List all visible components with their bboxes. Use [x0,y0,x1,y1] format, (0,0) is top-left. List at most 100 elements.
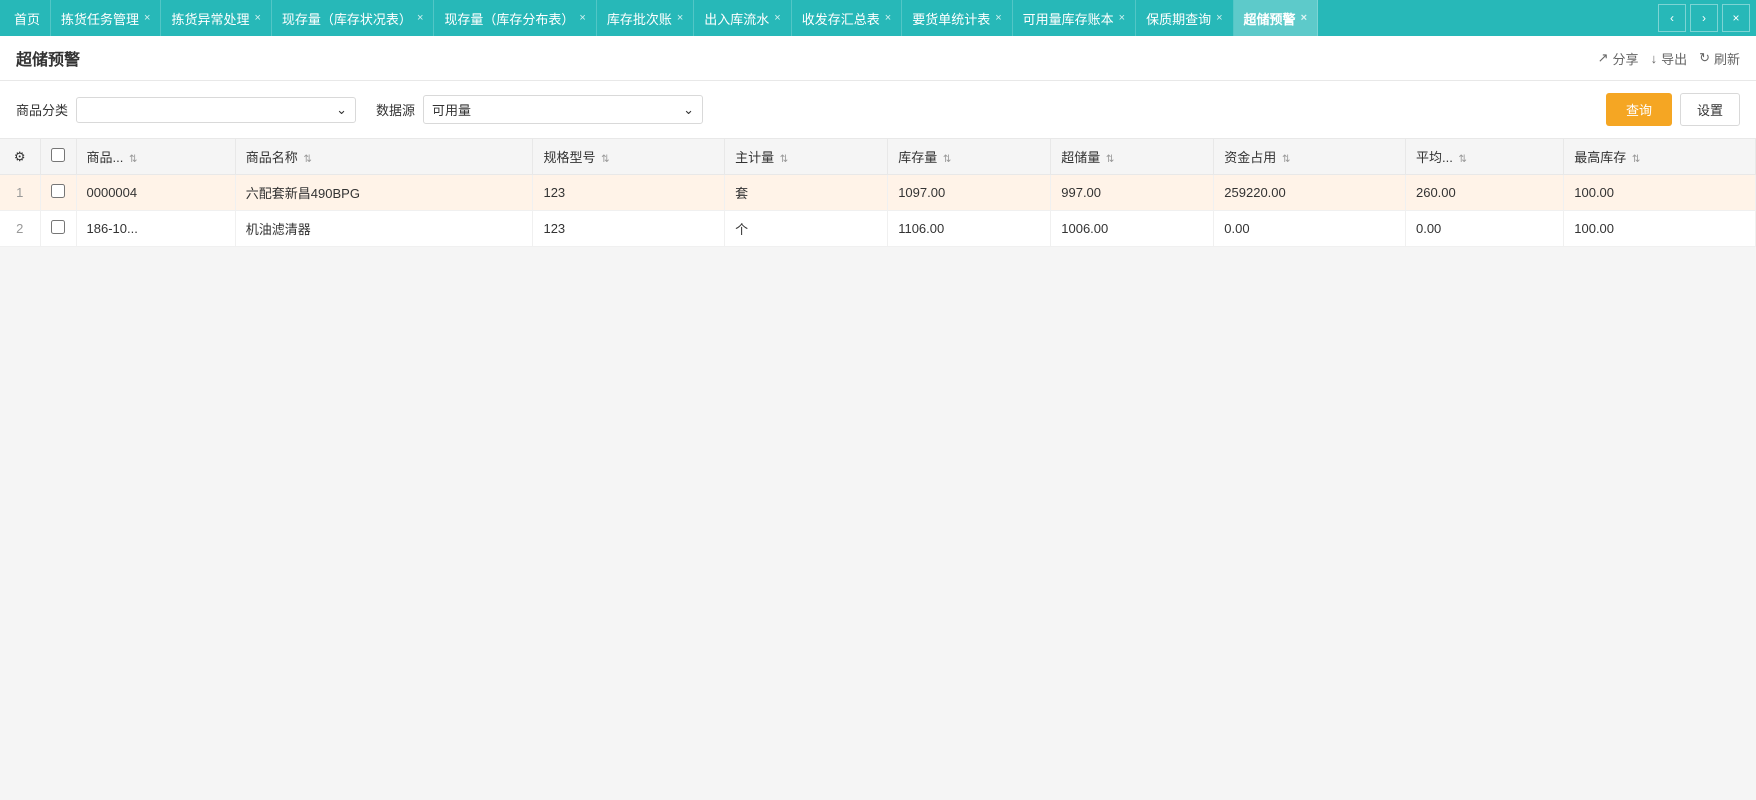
refresh-action[interactable]: ↻ 刷新 [1699,49,1740,68]
nav-inout-flow[interactable]: 出入库流水 × [694,0,791,36]
select-all-checkbox[interactable] [51,148,65,162]
row-product-code-2: 186-10... [76,211,235,247]
row-max-stock-2: 100.00 [1564,211,1756,247]
filter-product-category-label: 商品分类 [16,100,68,119]
th-product-code[interactable]: 商品... ⇅ [76,139,235,175]
chevron-down-icon: ⌄ [336,102,347,118]
row-spec-1: 123 [533,175,725,211]
filter-datasource-group: 数据源 可用量 ⌄ [376,95,703,124]
nav-close-inventory-dist[interactable]: × [579,12,585,24]
th-spec[interactable]: 规格型号 ⇅ [533,139,725,175]
nav-close-quality-check[interactable]: × [1216,12,1222,24]
nav-collect-summary[interactable]: 收发存汇总表 × [792,0,902,36]
nav-order-stats[interactable]: 要货单统计表 × [902,0,1012,36]
nav-close-order-stats[interactable]: × [995,12,1001,24]
row-unit-1: 套 [725,175,888,211]
filter-datasource-label: 数据源 [376,100,415,119]
row-spec-2: 123 [533,211,725,247]
row-unit-2: 个 [725,211,888,247]
filter-area: 商品分类 ⌄ 数据源 可用量 ⌄ 查询 设置 [0,81,1756,139]
nav-available-stock[interactable]: 可用量库存账本 × [1013,0,1136,36]
row-checkbox-2[interactable] [40,211,76,247]
page-header: 超储预警 ↗ 分享 ↓ 导出 ↻ 刷新 [0,36,1756,81]
row-avg-2: 0.00 [1405,211,1563,247]
row-capital-occupied-2: 0.00 [1214,211,1406,247]
share-icon: ↗ [1598,50,1609,66]
nav-abnormal[interactable]: 拣货异常处理 × [161,0,271,36]
row-avg-1: 260.00 [1405,175,1563,211]
row-stock-qty-2: 1106.00 [888,211,1051,247]
sort-icon-product-code: ⇅ [129,154,137,165]
share-action[interactable]: ↗ 分享 [1598,49,1639,68]
nav-arrows: ‹ › × [1656,4,1752,32]
gear-icon: ⚙ [14,149,26,164]
th-product-name[interactable]: 商品名称 ⇅ [235,139,533,175]
row-max-stock-1: 100.00 [1564,175,1756,211]
th-max-stock[interactable]: 最高库存 ⇅ [1564,139,1756,175]
top-nav: 首页 拣货任务管理 × 拣货异常处理 × 现存量（库存状况表） × 现存量（库存… [0,0,1756,36]
query-button[interactable]: 查询 [1606,93,1672,126]
row-overstock-qty-2: 1006.00 [1051,211,1214,247]
sort-icon-max-stock: ⇅ [1632,154,1640,165]
table-row: 2 186-10... 机油滤清器 123 个 1106.00 1006.00 … [0,211,1756,247]
overstock-table: ⚙ 商品... ⇅ 商品名称 ⇅ 规格型号 ⇅ 主计量 [0,139,1756,247]
page-title: 超储预警 [16,46,80,70]
row-select-checkbox-2[interactable] [51,220,65,234]
th-settings[interactable]: ⚙ [0,139,40,175]
sort-icon-product-name: ⇅ [303,154,311,165]
chevron-down-icon-2: ⌄ [683,102,694,118]
th-overstock-qty[interactable]: 超储量 ⇅ [1051,139,1214,175]
settings-button[interactable]: 设置 [1680,93,1740,126]
th-stock-qty[interactable]: 库存量 ⇅ [888,139,1051,175]
table-row: 1 0000004 六配套新昌490BPG 123 套 1097.00 997.… [0,175,1756,211]
row-capital-occupied-1: 259220.00 [1214,175,1406,211]
filter-product-category-group: 商品分类 ⌄ [16,97,356,123]
nav-arrow-right[interactable]: › [1690,4,1718,32]
row-product-name-1: 六配套新昌490BPG [235,175,533,211]
row-stock-qty-1: 1097.00 [888,175,1051,211]
nav-close-inout-flow[interactable]: × [774,12,780,24]
nav-close-overstock-warning[interactable]: × [1301,12,1307,24]
export-action[interactable]: ↓ 导出 [1651,49,1688,68]
nav-close-abnormal[interactable]: × [254,12,260,24]
th-checkbox[interactable] [40,139,76,175]
filter-product-category-select[interactable]: ⌄ [76,97,356,123]
sort-icon-capital-occupied: ⇅ [1282,154,1290,165]
row-overstock-qty-1: 997.00 [1051,175,1214,211]
nav-batch-account[interactable]: 库存批次账 × [597,0,694,36]
row-product-name-2: 机油滤清器 [235,211,533,247]
table-container: ⚙ 商品... ⇅ 商品名称 ⇅ 规格型号 ⇅ 主计量 [0,139,1756,247]
th-capital-occupied[interactable]: 资金占用 ⇅ [1214,139,1406,175]
sort-icon-spec: ⇅ [601,154,609,165]
filter-datasource-select[interactable]: 可用量 ⌄ [423,95,703,124]
nav-close-task-mgmt[interactable]: × [144,12,150,24]
nav-arrow-left[interactable]: ‹ [1658,4,1686,32]
th-unit[interactable]: 主计量 ⇅ [725,139,888,175]
nav-arrow-close[interactable]: × [1722,4,1750,32]
nav-close-inventory-status[interactable]: × [417,12,423,24]
row-num-1: 1 [0,175,40,211]
row-select-checkbox-1[interactable] [51,184,65,198]
nav-task-mgmt[interactable]: 拣货任务管理 × [51,0,161,36]
nav-home[interactable]: 首页 [4,0,51,36]
sort-icon-unit: ⇅ [780,154,788,165]
nav-close-collect-summary[interactable]: × [885,12,891,24]
header-actions: ↗ 分享 ↓ 导出 ↻ 刷新 [1598,49,1740,68]
row-num-2: 2 [0,211,40,247]
nav-close-available-stock[interactable]: × [1119,12,1125,24]
sort-icon-overstock-qty: ⇅ [1106,154,1114,165]
refresh-icon: ↻ [1699,50,1710,66]
row-checkbox-1[interactable] [40,175,76,211]
th-avg[interactable]: 平均... ⇅ [1405,139,1563,175]
table-header-row: ⚙ 商品... ⇅ 商品名称 ⇅ 规格型号 ⇅ 主计量 [0,139,1756,175]
filter-actions: 查询 设置 [1606,93,1740,126]
nav-inventory-dist[interactable]: 现存量（库存分布表） × [434,0,596,36]
export-icon: ↓ [1651,51,1658,66]
sort-icon-stock-qty: ⇅ [943,154,951,165]
nav-quality-check[interactable]: 保质期查询 × [1136,0,1233,36]
nav-inventory-status[interactable]: 现存量（库存状况表） × [272,0,434,36]
sort-icon-avg: ⇅ [1458,154,1466,165]
row-product-code-1: 0000004 [76,175,235,211]
nav-overstock-warning[interactable]: 超储预警 × [1234,0,1318,36]
nav-close-batch-account[interactable]: × [677,12,683,24]
